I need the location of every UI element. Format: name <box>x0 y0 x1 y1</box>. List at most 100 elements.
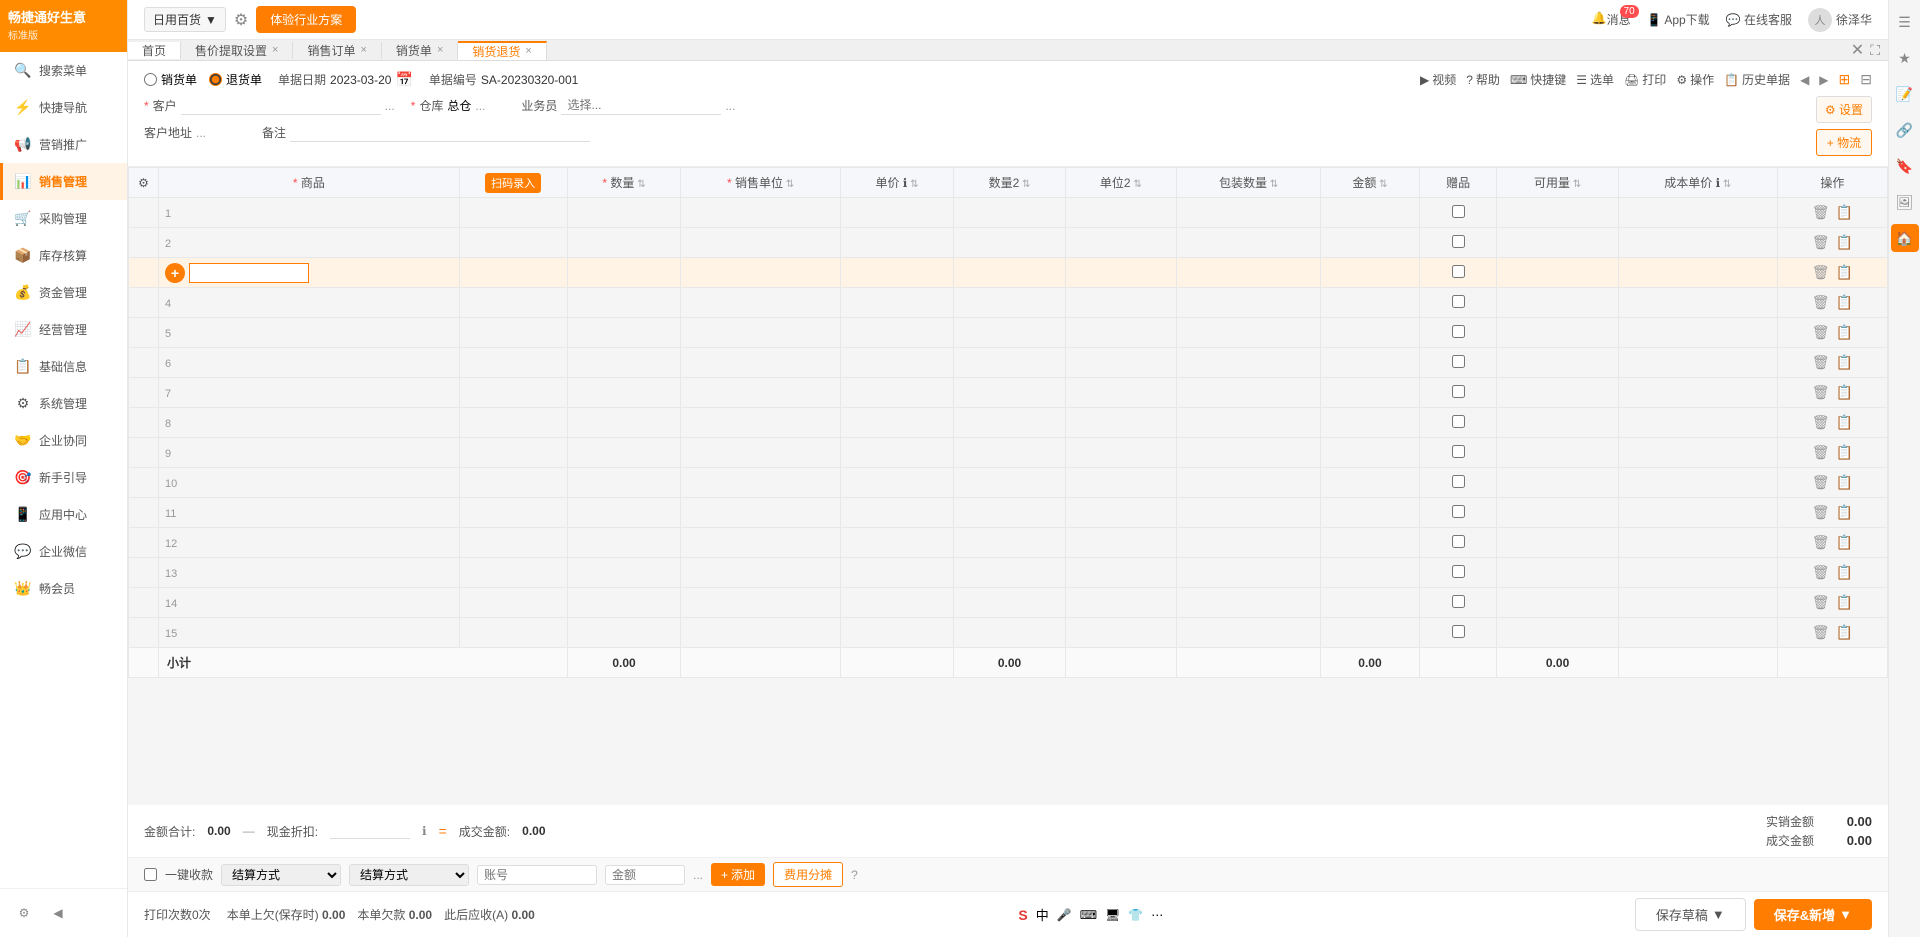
row-cost-price[interactable] <box>1618 408 1777 438</box>
row-gift[interactable] <box>1419 258 1497 288</box>
warehouse-dots[interactable]: ... <box>475 99 485 113</box>
gift-checkbox-3[interactable] <box>1452 295 1465 308</box>
row-unit2[interactable] <box>1065 618 1176 648</box>
copy-icon-4[interactable]: 📋 <box>1836 324 1853 341</box>
help-btn[interactable]: ? 帮助 <box>1466 71 1500 88</box>
row-gift[interactable] <box>1419 318 1497 348</box>
row-unit2[interactable] <box>1065 468 1176 498</box>
add-payment-btn[interactable]: + 添加 <box>711 863 765 886</box>
copy-icon-5[interactable]: 📋 <box>1836 354 1853 371</box>
delete-icon-10[interactable]: 🗑 <box>1812 504 1830 521</box>
link-icon[interactable]: 🔗 <box>1891 116 1919 144</box>
row-unit-price[interactable] <box>840 498 954 528</box>
row-quantity2[interactable] <box>954 438 1065 468</box>
bank-account-input[interactable] <box>477 865 597 885</box>
tab-close-sales_order[interactable]: × <box>360 44 366 56</box>
sidebar-item-enterprise[interactable]: 🤝企业协同 <box>0 422 127 459</box>
row-amount[interactable] <box>1321 258 1420 288</box>
remark-input[interactable] <box>290 123 590 142</box>
delete-icon-4[interactable]: 🗑 <box>1812 324 1830 341</box>
product-input-2[interactable] <box>189 263 309 283</box>
calculation-method-select[interactable]: 结算方式 <box>349 864 469 886</box>
copy-icon-7[interactable]: 📋 <box>1836 414 1853 431</box>
row-unit2[interactable] <box>1065 588 1176 618</box>
row-cost-price[interactable] <box>1618 378 1777 408</box>
mic-icon[interactable]: 🎤 <box>1057 908 1072 922</box>
row-sales-unit[interactable] <box>681 198 840 228</box>
gift-checkbox-5[interactable] <box>1452 355 1465 368</box>
row-quantity2[interactable] <box>954 558 1065 588</box>
row-gift[interactable] <box>1419 528 1497 558</box>
gift-checkbox-12[interactable] <box>1452 565 1465 578</box>
scan-btn[interactable]: 扫码录入 <box>485 173 541 193</box>
row-cost-price[interactable] <box>1618 498 1777 528</box>
row-unit-price[interactable] <box>840 228 954 258</box>
row-amount[interactable] <box>1321 498 1420 528</box>
row-num-product[interactable]: 2 <box>159 228 460 258</box>
row-quantity[interactable] <box>567 468 681 498</box>
delete-icon-6[interactable]: 🗑 <box>1812 384 1830 401</box>
sidebar-item-basic[interactable]: 📋基础信息 <box>0 348 127 385</box>
row-unit-price[interactable] <box>840 258 954 288</box>
bookmark-icon[interactable]: 🔖 <box>1891 152 1919 180</box>
row-quantity[interactable] <box>567 588 681 618</box>
row-num-product[interactable]: 1 <box>159 198 460 228</box>
row-pack-qty[interactable] <box>1176 258 1320 288</box>
row-unit-price[interactable] <box>840 558 954 588</box>
row-unit-price[interactable] <box>840 588 954 618</box>
sidebar-item-sales[interactable]: 📊销售管理 <box>0 163 127 200</box>
row-unit2[interactable] <box>1065 348 1176 378</box>
row-cost-price[interactable] <box>1618 528 1777 558</box>
payment-help-icon[interactable]: ? <box>851 868 858 882</box>
copy-icon-8[interactable]: 📋 <box>1836 444 1853 461</box>
row-unit2[interactable] <box>1065 198 1176 228</box>
sidebar-collapse-icon[interactable]: ◀ <box>44 899 72 927</box>
gift-checkbox-7[interactable] <box>1452 415 1465 428</box>
tab-close-sales_delivery[interactable]: × <box>437 44 443 56</box>
row-unit-price[interactable] <box>840 438 954 468</box>
row-quantity[interactable] <box>567 618 681 648</box>
row-sales-unit[interactable] <box>681 228 840 258</box>
row-unit2[interactable] <box>1065 378 1176 408</box>
delete-icon-8[interactable]: 🗑 <box>1812 444 1830 461</box>
row-quantity2[interactable] <box>954 498 1065 528</box>
row-available[interactable] <box>1497 228 1618 258</box>
row-cost-price[interactable] <box>1618 588 1777 618</box>
row-unit-price[interactable] <box>840 468 954 498</box>
row-quantity[interactable] <box>567 228 681 258</box>
row-pack-qty[interactable] <box>1176 228 1320 258</box>
row-pack-qty[interactable] <box>1176 468 1320 498</box>
row-amount[interactable] <box>1321 468 1420 498</box>
video-btn[interactable]: ▶ 视频 <box>1420 71 1456 88</box>
row-pack-qty[interactable] <box>1176 408 1320 438</box>
delete-icon-3[interactable]: 🗑 <box>1812 294 1830 311</box>
row-gift[interactable] <box>1419 348 1497 378</box>
row-num-product[interactable]: 14 <box>159 588 460 618</box>
shortcut-btn[interactable]: ⌨ 快捷键 <box>1510 71 1566 88</box>
row-quantity[interactable] <box>567 378 681 408</box>
tab-sales_order[interactable]: 销售订单× <box>293 42 381 59</box>
row-num-product[interactable]: + <box>159 258 460 288</box>
gift-checkbox-11[interactable] <box>1452 535 1465 548</box>
row-available[interactable] <box>1497 588 1618 618</box>
row-sales-unit[interactable] <box>681 588 840 618</box>
row-sales-unit[interactable] <box>681 468 840 498</box>
return-radio-input[interactable] <box>209 73 222 86</box>
copy-icon-10[interactable]: 📋 <box>1836 504 1853 521</box>
row-gift[interactable] <box>1419 558 1497 588</box>
address-dots[interactable]: ... <box>196 126 206 140</box>
row-quantity2[interactable] <box>954 198 1065 228</box>
row-quantity2[interactable] <box>954 588 1065 618</box>
row-amount[interactable] <box>1321 348 1420 378</box>
row-num-product[interactable]: 8 <box>159 408 460 438</box>
row-num-product[interactable]: 10 <box>159 468 460 498</box>
row-available[interactable] <box>1497 198 1618 228</box>
tab-close-price_settings[interactable]: × <box>272 44 278 56</box>
tab-close-sales_return[interactable]: × <box>525 45 531 57</box>
row-available[interactable] <box>1497 438 1618 468</box>
row-unit2[interactable] <box>1065 318 1176 348</box>
return-radio[interactable]: 退货单 <box>209 71 262 88</box>
row-amount[interactable] <box>1321 618 1420 648</box>
bank-dots[interactable]: ... <box>693 868 703 882</box>
row-pack-qty[interactable] <box>1176 558 1320 588</box>
